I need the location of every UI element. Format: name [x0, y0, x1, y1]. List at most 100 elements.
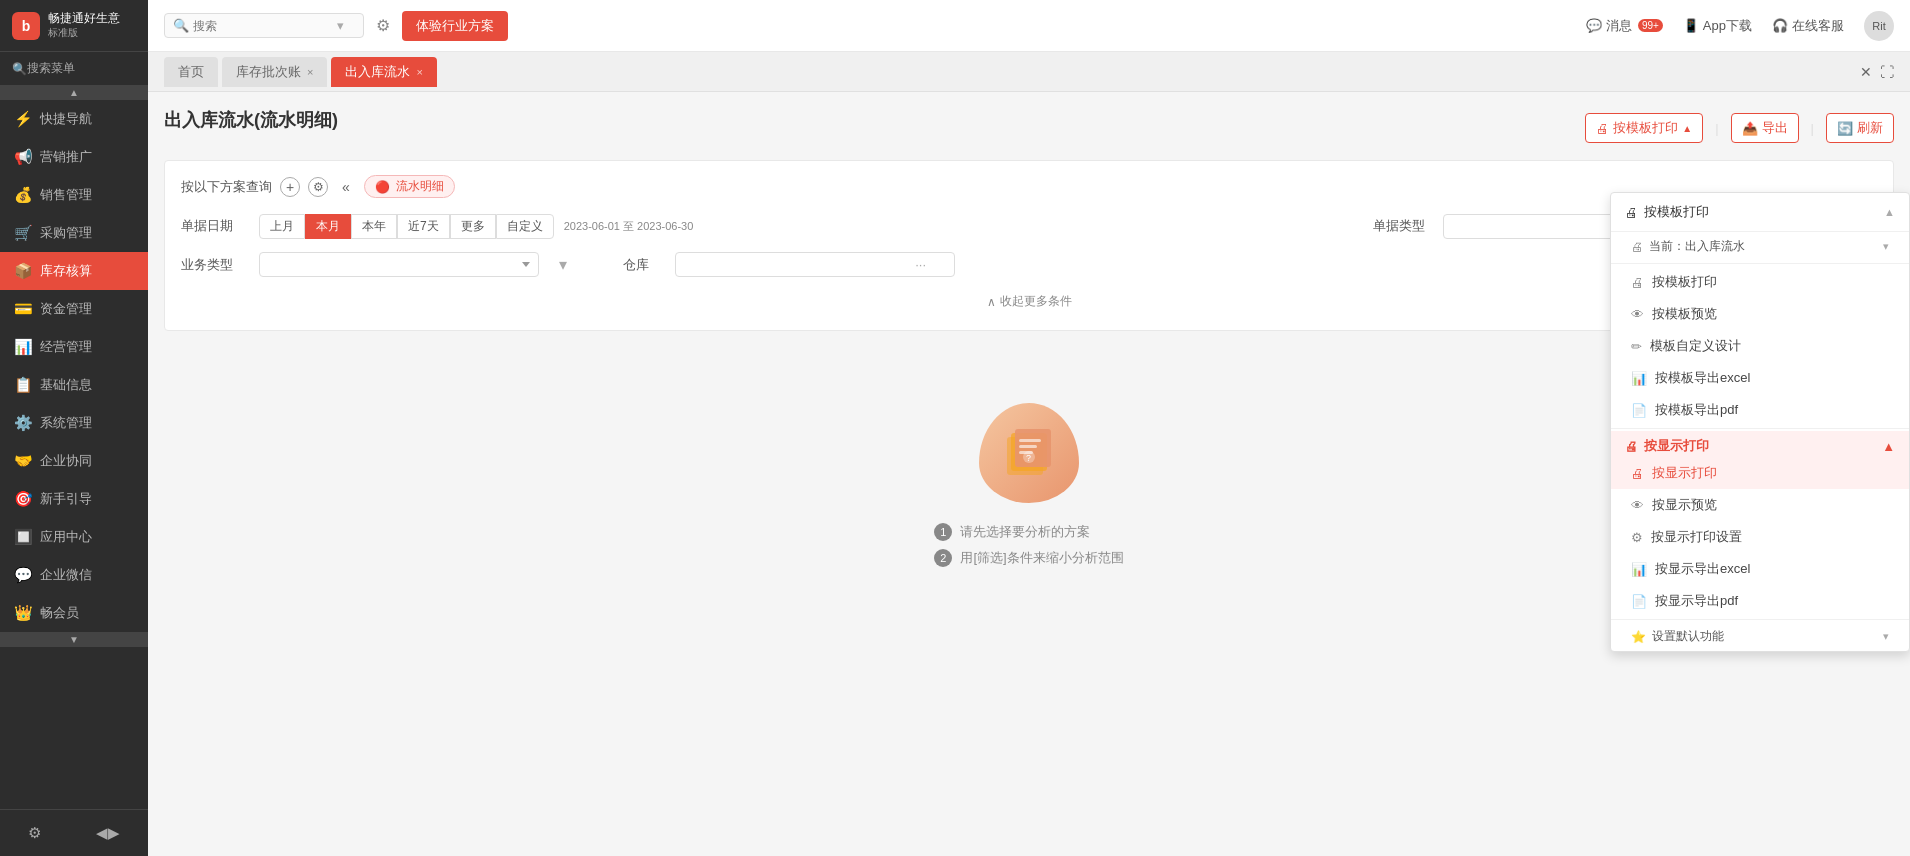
refresh-icon: 🔄	[1837, 121, 1853, 136]
filter-add-button[interactable]: +	[280, 177, 300, 197]
sidebar-search[interactable]: 🔍 搜索菜单	[0, 52, 148, 85]
tabs-bar: 首页 库存批次账 × 出入库流水 × ✕ ⛶	[148, 52, 1910, 92]
avatar[interactable]: Rit	[1864, 11, 1894, 41]
dropdown-display-export-excel[interactable]: 📊 按显示导出excel	[1611, 553, 1909, 585]
doc-type-label: 单据类型	[1373, 217, 1425, 235]
online-service-button[interactable]: 🎧 在线客服	[1772, 17, 1844, 35]
dropdown-template-export-excel[interactable]: 📊 按模板导出excel	[1611, 362, 1909, 394]
dropdown-template-print[interactable]: 🖨 按模板打印	[1611, 266, 1909, 298]
display-pdf-icon: 📄	[1631, 594, 1647, 609]
current-chevron-icon[interactable]: ▾	[1883, 240, 1889, 253]
filter-section-label: 按以下方案查询	[181, 178, 272, 196]
display-section-header[interactable]: 🖨 按显示打印 ▲	[1611, 431, 1909, 457]
dropdown-default-function[interactable]: ⭐ 设置默认功能 ▾	[1611, 622, 1909, 651]
operation-icon: 📊	[14, 338, 32, 356]
filter-tag-flow[interactable]: 🔴 流水明细	[364, 175, 455, 198]
template-print-icon: 🖨	[1631, 275, 1644, 290]
refresh-button[interactable]: 🔄 刷新	[1826, 113, 1894, 143]
date-more[interactable]: 更多	[450, 214, 496, 239]
empty-steps: 1 请先选择要分析的方案 2 用[筛选]条件来缩小分析范围	[934, 519, 1123, 571]
sidebar-logo: b 畅捷通好生意 标准版	[0, 0, 148, 52]
sidebar-bottom: ⚙ ◀▶	[0, 809, 148, 856]
tab-fullscreen-button[interactable]: ⛶	[1880, 64, 1894, 80]
dropdown-display-print[interactable]: 🖨 按显示打印	[1611, 457, 1909, 489]
logo-icon: b	[12, 12, 40, 40]
date-this-month[interactable]: 本月	[305, 214, 351, 239]
print-dropdown-arrow[interactable]: ▲	[1682, 123, 1692, 134]
message-badge: 99+	[1638, 19, 1663, 32]
template-preview-icon: 👁	[1631, 307, 1644, 322]
sidebar-item-inventory[interactable]: 📦 库存核算	[0, 252, 148, 290]
guide-icon: 🎯	[14, 490, 32, 508]
sidebar-item-operation[interactable]: 📊 经营管理	[0, 328, 148, 366]
warehouse-dots-icon[interactable]: ···	[915, 257, 926, 272]
service-icon: 🎧	[1772, 18, 1788, 33]
svg-text:?: ?	[1026, 453, 1031, 463]
biztype-dropdown-icon[interactable]: ▾	[559, 255, 567, 274]
sidebar-item-wechat[interactable]: 💬 企业微信	[0, 556, 148, 594]
export-button[interactable]: 📤 导出	[1731, 113, 1799, 143]
sidebar-item-system[interactable]: ⚙️ 系统管理	[0, 404, 148, 442]
filter-settings-button[interactable]: ⚙	[308, 177, 328, 197]
message-button[interactable]: 💬 消息 99+	[1586, 17, 1663, 35]
print-dropdown-title: 🖨 按模板打印	[1625, 203, 1709, 221]
dropdown-display-print-settings[interactable]: ⚙ 按显示打印设置	[1611, 521, 1909, 553]
divider-2	[1611, 428, 1909, 429]
topbar-gear-icon[interactable]: ⚙	[376, 16, 390, 35]
toolbar-separator: |	[1715, 121, 1718, 136]
dropdown-template-preview[interactable]: 👁 按模板预览	[1611, 298, 1909, 330]
sidebar-scroll-up[interactable]: ▲	[0, 85, 148, 100]
purchase-icon: 🛒	[14, 224, 32, 242]
filter-collapse-left-button[interactable]: «	[336, 177, 356, 197]
sidebar-item-member[interactable]: 👑 畅会员	[0, 594, 148, 632]
svg-rect-3	[1019, 439, 1041, 442]
app-download-button[interactable]: 📱 App下载	[1683, 17, 1752, 35]
empty-step-1: 1 请先选择要分析的方案	[934, 519, 1123, 545]
biz-type-label: 业务类型	[181, 256, 233, 274]
tab-flow-close[interactable]: ×	[416, 66, 422, 78]
tab-home[interactable]: 首页	[164, 57, 218, 87]
date-last-month[interactable]: 上月	[259, 214, 305, 239]
tab-batch-close[interactable]: ×	[307, 66, 313, 78]
tab-flow[interactable]: 出入库流水 ×	[331, 57, 436, 87]
collapse-sidebar-icon[interactable]: ◀▶	[90, 818, 126, 848]
settings-icon[interactable]: ⚙	[22, 818, 47, 848]
date-this-year[interactable]: 本年	[351, 214, 397, 239]
sidebar-item-guide[interactable]: 🎯 新手引导	[0, 480, 148, 518]
print-template-button[interactable]: 🖨 按模板打印 ▲	[1585, 113, 1703, 143]
tab-close-all-button[interactable]: ✕	[1860, 64, 1872, 80]
sidebar-item-finance[interactable]: 💳 资金管理	[0, 290, 148, 328]
default-func-chevron[interactable]: ▾	[1883, 630, 1889, 643]
trial-button[interactable]: 体验行业方案	[402, 11, 508, 41]
sidebar-item-shortcut[interactable]: ⚡ 快捷导航	[0, 100, 148, 138]
template-pdf-icon: 📄	[1631, 403, 1647, 418]
topbar-right: 💬 消息 99+ 📱 App下载 🎧 在线客服 Rit	[1586, 11, 1894, 41]
search-icon: 🔍	[12, 62, 27, 76]
page-title: 出入库流水(流水明细)	[164, 108, 338, 132]
sidebar-item-appcenter[interactable]: 🔲 应用中心	[0, 518, 148, 556]
empty-step-2: 2 用[筛选]条件来缩小分析范围	[934, 545, 1123, 571]
date-custom[interactable]: 自定义	[496, 214, 554, 239]
topbar-search-box[interactable]: 🔍 ▾	[164, 13, 364, 38]
biz-type-select[interactable]	[259, 252, 539, 277]
dropdown-display-export-pdf[interactable]: 📄 按显示导出pdf	[1611, 585, 1909, 617]
sidebar-item-base[interactable]: 📋 基础信息	[0, 366, 148, 404]
dropdown-collapse-icon[interactable]: ▲	[1884, 206, 1895, 218]
dropdown-current-item[interactable]: 🖨 当前：出入库流水 ▾	[1611, 232, 1909, 261]
dropdown-template-export-pdf[interactable]: 📄 按模板导出pdf	[1611, 394, 1909, 426]
topbar-search-dropdown-icon[interactable]: ▾	[337, 18, 344, 33]
sidebar-item-purchase[interactable]: 🛒 采购管理	[0, 214, 148, 252]
dropdown-display-preview[interactable]: 👁 按显示预览	[1611, 489, 1909, 521]
date-last7[interactable]: 近7天	[397, 214, 450, 239]
tab-batch[interactable]: 库存批次账 ×	[222, 57, 327, 87]
warehouse-input[interactable]: ···	[675, 252, 955, 277]
display-section-arrow[interactable]: ▲	[1882, 439, 1895, 454]
dropdown-template-custom[interactable]: ✏ 模板自定义设计	[1611, 330, 1909, 362]
sidebar-item-sales[interactable]: 💰 销售管理	[0, 176, 148, 214]
topbar-search-input[interactable]	[193, 19, 333, 33]
display-section-icon: 🖨	[1625, 439, 1638, 454]
sidebar-item-marketing[interactable]: 📢 营销推广	[0, 138, 148, 176]
sidebar-item-enterprise[interactable]: 🤝 企业协同	[0, 442, 148, 480]
tabs-right-controls: ✕ ⛶	[1860, 64, 1894, 80]
sidebar-scroll-down[interactable]: ▼	[0, 632, 148, 647]
